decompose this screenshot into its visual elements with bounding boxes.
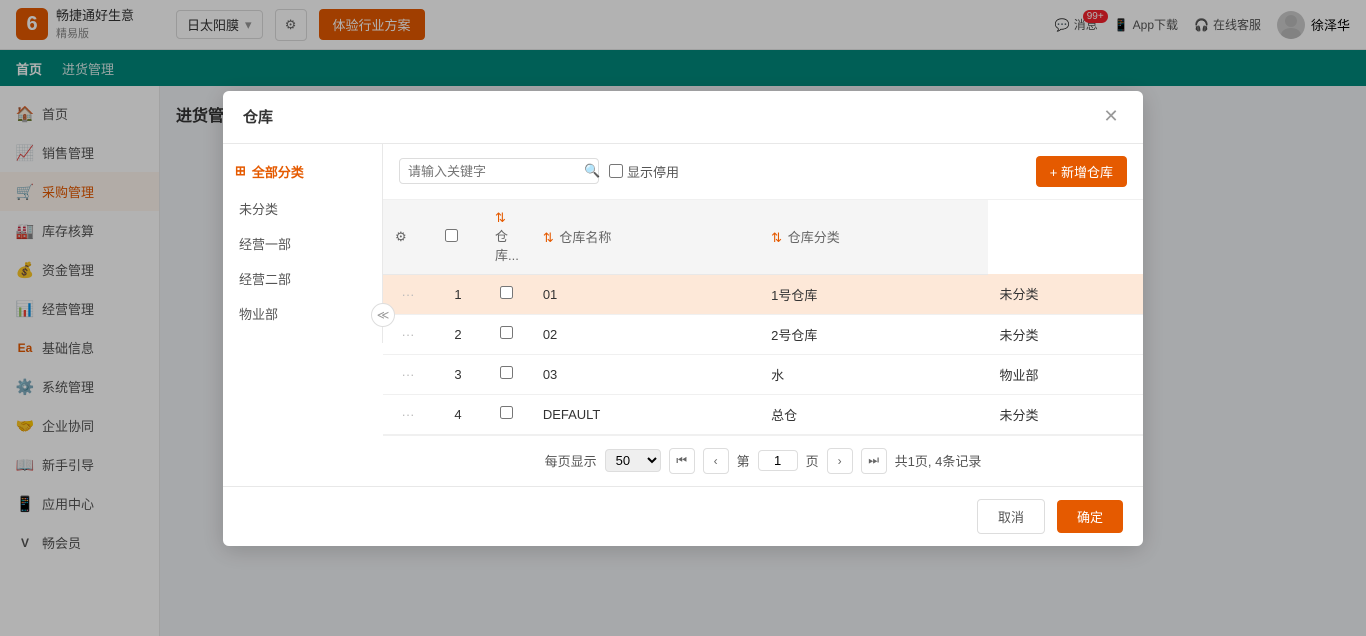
modal-header: 仓库 ✕: [223, 91, 1143, 144]
row-checkbox-cell-2: [483, 354, 531, 394]
first-page-button[interactable]: ⏮: [669, 448, 695, 474]
modal-close-button[interactable]: ✕: [1099, 105, 1123, 129]
table-header-row: ⚙ ⇅ 仓库... ⇅: [383, 200, 1143, 275]
show-disabled-text: 显示停用: [627, 162, 679, 181]
last-page-button[interactable]: ⏭: [861, 448, 887, 474]
warehouse-table: ⚙ ⇅ 仓库... ⇅: [383, 200, 1143, 435]
grid-icon: ⊞: [235, 163, 246, 179]
gear-icon: ⚙: [395, 229, 407, 244]
cancel-button[interactable]: 取消: [977, 499, 1045, 534]
row-more-icon-1[interactable]: ···: [402, 327, 415, 342]
col-header-name: ⇅ 仓库名称: [531, 200, 759, 275]
row-index-3: 4: [433, 394, 483, 434]
col-header-code: ⇅ 仓库...: [483, 200, 531, 275]
prev-page-button[interactable]: ‹: [703, 448, 729, 474]
sort-name-icon: ⇅: [543, 230, 554, 245]
modal-sidebar-header: ⊞ 全部分类: [223, 156, 382, 191]
page-input[interactable]: [758, 450, 798, 471]
modal-toolbar: 🔍 显示停用 + 新增仓库: [383, 144, 1143, 200]
page-label: 第: [737, 451, 750, 470]
modal-footer: 取消 确定: [223, 486, 1143, 546]
add-warehouse-button[interactable]: + 新增仓库: [1036, 156, 1127, 187]
col-header-category: ⇅ 仓库分类: [759, 200, 987, 275]
per-page-label: 每页显示: [545, 451, 597, 470]
show-disabled-label: 显示停用: [609, 162, 679, 181]
table-row[interactable]: ··· 2 02 2号仓库 未分类: [383, 314, 1143, 354]
sidebar-collapse-button[interactable]: ≪: [371, 303, 395, 327]
row-code-0: 01: [531, 274, 759, 314]
table-row[interactable]: ··· 4 DEFAULT 总仓 未分类: [383, 394, 1143, 434]
table-row[interactable]: ··· 3 03 水 物业部: [383, 354, 1143, 394]
row-gear-2[interactable]: ···: [383, 354, 433, 394]
page-summary: 共1页, 4条记录: [895, 451, 982, 470]
col-name-label: 仓库名称: [559, 230, 611, 245]
row-category-0: 未分类: [988, 274, 1143, 314]
next-page-button[interactable]: ›: [827, 448, 853, 474]
row-index-2: 3: [433, 354, 483, 394]
modal-cat-ops1[interactable]: 经营一部: [223, 226, 382, 261]
search-input[interactable]: [408, 164, 584, 179]
sort-cat-icon: ⇅: [771, 230, 782, 245]
select-all-checkbox[interactable]: [445, 229, 458, 242]
row-code-2: 03: [531, 354, 759, 394]
modal-cat-ops2[interactable]: 经营二部: [223, 261, 382, 296]
row-name-2: 水: [759, 354, 987, 394]
row-code-1: 02: [531, 314, 759, 354]
modal-sidebar-header-label: 全部分类: [252, 162, 304, 181]
modal-sidebar: ⊞ 全部分类 未分类 经营一部 经营二部 物业部: [223, 144, 383, 343]
modal-body: ⊞ 全部分类 未分类 经营一部 经营二部 物业部 ≪ 🔍: [223, 144, 1143, 486]
row-index-0: 1: [433, 274, 483, 314]
row-more-icon-3[interactable]: ···: [402, 407, 415, 422]
modal-overlay: 仓库 ✕ ⊞ 全部分类 未分类 经营一部 经营二部 物业部 ≪: [0, 0, 1366, 636]
row-name-3: 总仓: [759, 394, 987, 434]
modal-sidebar-wrapper: ⊞ 全部分类 未分类 经营一部 经营二部 物业部 ≪: [223, 144, 383, 486]
row-checkbox-1[interactable]: [500, 326, 513, 339]
confirm-button[interactable]: 确定: [1057, 500, 1123, 533]
row-checkbox-3[interactable]: [500, 406, 513, 419]
row-checkbox-0[interactable]: [500, 286, 513, 299]
modal-table-wrapper: ⚙ ⇅ 仓库... ⇅: [383, 200, 1143, 435]
modal-title: 仓库: [243, 106, 273, 127]
row-more-icon-0[interactable]: ···: [402, 287, 415, 302]
row-category-2: 物业部: [988, 354, 1143, 394]
col-header-checkbox: [433, 200, 483, 275]
row-checkbox-cell-1: [483, 314, 531, 354]
modal-pagination: 每页显示 50 1020100 ⏮ ‹ 第 页 › ⏭ 共1页, 4条记录: [383, 435, 1143, 486]
modal-cat-property[interactable]: 物业部: [223, 296, 382, 331]
modal-main-content: 🔍 显示停用 + 新增仓库 ⚙: [383, 144, 1143, 486]
col-category-label: 仓库分类: [788, 230, 840, 245]
row-category-1: 未分类: [988, 314, 1143, 354]
row-index-1: 2: [433, 314, 483, 354]
show-disabled-checkbox[interactable]: [609, 164, 623, 178]
modal-cat-unclassified[interactable]: 未分类: [223, 191, 382, 226]
row-category-3: 未分类: [988, 394, 1143, 434]
row-name-1: 2号仓库: [759, 314, 987, 354]
search-icon[interactable]: 🔍: [584, 163, 600, 179]
sort-icon: ⇅: [495, 210, 506, 225]
row-checkbox-cell-0: [483, 274, 531, 314]
page-unit: 页: [806, 451, 819, 470]
col-header-gear: ⚙: [383, 200, 433, 275]
row-checkbox-cell-3: [483, 394, 531, 434]
row-checkbox-2[interactable]: [500, 366, 513, 379]
per-page-select[interactable]: 50 1020100: [605, 449, 661, 472]
row-gear-3[interactable]: ···: [383, 394, 433, 434]
col-code-label: 仓库...: [495, 229, 519, 263]
row-code-3: DEFAULT: [531, 394, 759, 434]
row-more-icon-2[interactable]: ···: [402, 367, 415, 382]
table-row[interactable]: ··· 1 01 1号仓库 未分类: [383, 274, 1143, 314]
warehouse-modal: 仓库 ✕ ⊞ 全部分类 未分类 经营一部 经营二部 物业部 ≪: [223, 91, 1143, 546]
row-name-0: 1号仓库: [759, 274, 987, 314]
search-box: 🔍: [399, 158, 599, 184]
